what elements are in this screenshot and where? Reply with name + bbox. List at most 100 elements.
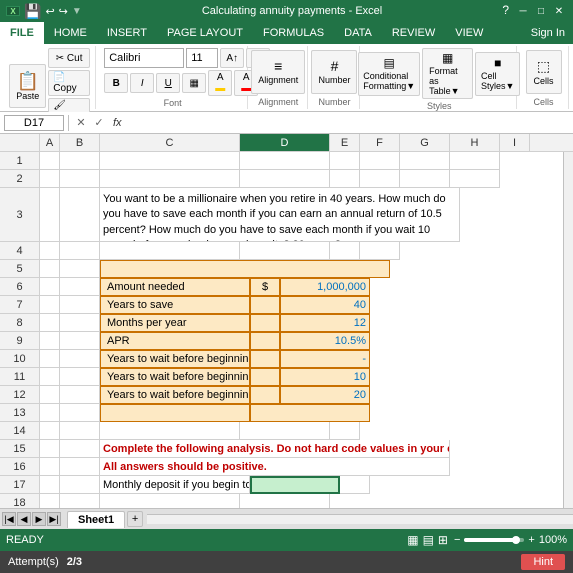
- cell-a7[interactable]: [40, 296, 60, 314]
- cell-e11-value[interactable]: 10: [280, 368, 370, 386]
- cell-c1[interactable]: [100, 152, 240, 170]
- cell-e6-value[interactable]: 1,000,000: [280, 278, 370, 296]
- cell-e10-value[interactable]: -: [280, 350, 370, 368]
- cell-b11[interactable]: [60, 368, 100, 386]
- cell-d1[interactable]: [240, 152, 330, 170]
- cell-c12[interactable]: Years to wait before beginning: [100, 386, 250, 404]
- cell-c4[interactable]: [100, 242, 240, 260]
- row-header-6[interactable]: 6: [0, 278, 39, 296]
- horizontal-scrollbar[interactable]: [147, 514, 573, 524]
- cell-d9-empty[interactable]: [250, 332, 280, 350]
- cell-e17[interactable]: [340, 476, 370, 494]
- help-icon[interactable]: ?: [502, 3, 509, 19]
- redo-icon[interactable]: ↪: [59, 5, 68, 18]
- cell-d13[interactable]: [250, 404, 370, 422]
- col-header-g[interactable]: G: [400, 134, 450, 151]
- cells-button[interactable]: ⬚ Cells: [526, 50, 562, 94]
- cell-d14[interactable]: [240, 422, 330, 440]
- cell-b1[interactable]: [60, 152, 100, 170]
- tab-home[interactable]: HOME: [44, 22, 97, 44]
- number-button[interactable]: # Number: [311, 50, 357, 94]
- row-header-1[interactable]: 1: [0, 152, 39, 170]
- cell-c7[interactable]: Years to save: [100, 296, 250, 314]
- col-header-e[interactable]: E: [330, 134, 360, 151]
- row-header-4[interactable]: 4: [0, 242, 39, 260]
- cell-e9-value[interactable]: 10.5%: [280, 332, 370, 350]
- increase-font-button[interactable]: A↑: [220, 48, 244, 68]
- row-header-17[interactable]: 17: [0, 476, 39, 494]
- cell-a3[interactable]: [40, 188, 60, 242]
- cell-b14[interactable]: [60, 422, 100, 440]
- row-header-5[interactable]: 5: [0, 260, 39, 278]
- cell-a4[interactable]: [40, 242, 60, 260]
- cell-b4[interactable]: [60, 242, 100, 260]
- zoom-slider[interactable]: [464, 538, 524, 542]
- underline-button[interactable]: U: [156, 73, 180, 93]
- col-header-f[interactable]: F: [360, 134, 400, 151]
- cell-a14[interactable]: [40, 422, 60, 440]
- cell-a12[interactable]: [40, 386, 60, 404]
- cell-b17[interactable]: [60, 476, 100, 494]
- normal-view-icon[interactable]: ▦: [407, 533, 418, 547]
- cell-b15[interactable]: [60, 440, 100, 458]
- cell-b3[interactable]: [60, 188, 100, 242]
- row-header-11[interactable]: 11: [0, 368, 39, 386]
- cell-a2[interactable]: [40, 170, 60, 188]
- prev-sheet-button[interactable]: ◀: [17, 512, 31, 526]
- tab-file[interactable]: FILE: [0, 22, 44, 44]
- minimize-button[interactable]: ─: [515, 3, 531, 19]
- row-header-9[interactable]: 9: [0, 332, 39, 350]
- cell-a11[interactable]: [40, 368, 60, 386]
- cell-c8[interactable]: Months per year: [100, 314, 250, 332]
- format-as-table-button[interactable]: ▦ Format asTable▼: [422, 48, 473, 99]
- cell-b6[interactable]: [60, 278, 100, 296]
- next-sheet-button[interactable]: ▶: [32, 512, 46, 526]
- tab-view[interactable]: VIEW: [445, 22, 493, 44]
- page-layout-icon[interactable]: ▤: [423, 533, 434, 547]
- conditional-formatting-button[interactable]: ▤ ConditionalFormatting▼: [358, 52, 420, 96]
- cell-e12-value[interactable]: 20: [280, 386, 370, 404]
- cell-e14[interactable]: [330, 422, 360, 440]
- cell-d7-empty[interactable]: [250, 296, 280, 314]
- maximize-button[interactable]: □: [533, 3, 549, 19]
- cell-a9[interactable]: [40, 332, 60, 350]
- row-header-10[interactable]: 10: [0, 350, 39, 368]
- cell-b13[interactable]: [60, 404, 100, 422]
- cell-a15[interactable]: [40, 440, 60, 458]
- cell-c10[interactable]: Years to wait before beginning: [100, 350, 250, 368]
- cell-info-box-header[interactable]: [100, 260, 390, 278]
- bold-button[interactable]: B: [104, 73, 128, 93]
- row-header-3[interactable]: 3: [0, 188, 39, 242]
- tab-insert[interactable]: INSERT: [97, 22, 157, 44]
- sign-in-link[interactable]: Sign In: [523, 22, 573, 44]
- cell-d8-empty[interactable]: [250, 314, 280, 332]
- zoom-in-icon[interactable]: +: [528, 534, 534, 546]
- cell-g2[interactable]: [400, 170, 450, 188]
- cell-a17[interactable]: [40, 476, 60, 494]
- zoom-out-icon[interactable]: −: [454, 534, 460, 546]
- tab-data[interactable]: DATA: [334, 22, 382, 44]
- cell-e2[interactable]: [330, 170, 360, 188]
- formula-input[interactable]: [128, 116, 569, 130]
- col-header-i[interactable]: I: [500, 134, 530, 151]
- tab-formulas[interactable]: FORMULAS: [253, 22, 334, 44]
- fill-color-button[interactable]: A▬: [208, 70, 232, 96]
- col-header-a[interactable]: A: [40, 134, 60, 151]
- cell-e8-value[interactable]: 12: [280, 314, 370, 332]
- quick-access-more[interactable]: ▼: [72, 6, 82, 17]
- name-box[interactable]: [4, 115, 64, 131]
- cell-d2[interactable]: [240, 170, 330, 188]
- cell-d10-empty[interactable]: [250, 350, 280, 368]
- row-header-8[interactable]: 8: [0, 314, 39, 332]
- row-header-7[interactable]: 7: [0, 296, 39, 314]
- cell-c18[interactable]: [100, 494, 240, 508]
- cell-a5[interactable]: [40, 260, 60, 278]
- cell-f2[interactable]: [360, 170, 400, 188]
- cell-a6[interactable]: [40, 278, 60, 296]
- enter-formula-button[interactable]: ✓: [91, 115, 107, 131]
- cell-instruction1[interactable]: Complete the following analysis. Do not …: [100, 440, 450, 458]
- row-header-2[interactable]: 2: [0, 170, 39, 188]
- cell-a8[interactable]: [40, 314, 60, 332]
- cell-b8[interactable]: [60, 314, 100, 332]
- close-button[interactable]: ✕: [551, 3, 567, 19]
